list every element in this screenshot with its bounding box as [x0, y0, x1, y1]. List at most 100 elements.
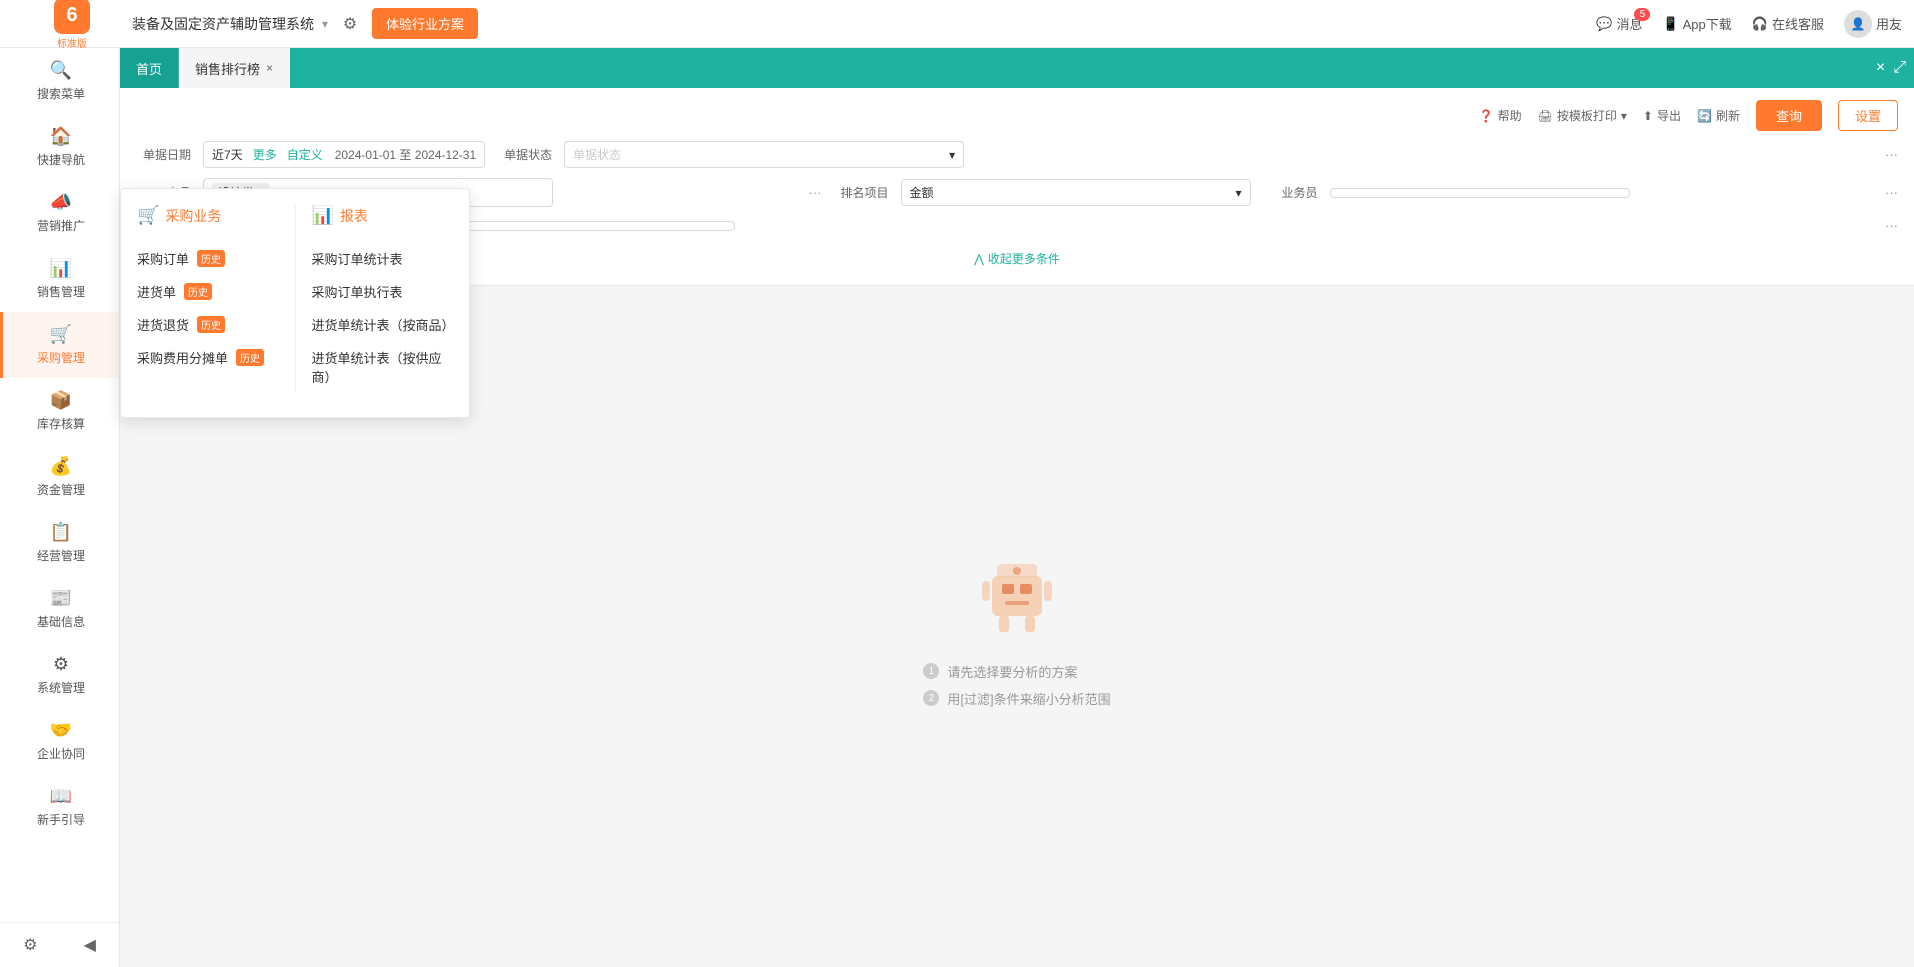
sidebar-item-marketing[interactable]: 📣 营销推广	[0, 180, 119, 246]
purchase-order-label: 采购订单	[137, 249, 189, 268]
sidebar-item-system[interactable]: ⚙ 系统管理	[0, 642, 119, 708]
empty-state: 1 请先选择要分析的方案 2 用[过滤]条件来缩小分析范围	[923, 546, 1110, 708]
industry-button[interactable]: 体验行业方案	[372, 8, 478, 39]
avatar: 👤	[1844, 10, 1872, 38]
tab-home[interactable]: 首页	[120, 48, 179, 88]
status-dropdown-icon: ▾	[949, 148, 955, 162]
online-service-action[interactable]: 🎧 在线客服	[1752, 14, 1824, 33]
empty-line-1: 1 请先选择要分析的方案	[923, 662, 1110, 681]
settings-bottom-icon[interactable]: ⚙	[23, 935, 37, 955]
dropdown-item-order-exec[interactable]: 采购订单执行表	[312, 275, 454, 308]
customer-dots[interactable]: ···	[1885, 218, 1898, 233]
collapse-up-icon: ⋀	[974, 252, 984, 266]
sidebar-item-label: 库存核算	[37, 415, 85, 432]
system-title-area: 装备及固定资产辅助管理系统 ▾ ⚙ 体验行业方案	[132, 8, 1596, 39]
app-logo: 6	[54, 0, 90, 34]
status-control[interactable]: 单据状态 ▾	[564, 141, 964, 168]
sidebar-item-purchase[interactable]: 🛒 采购管理	[0, 312, 119, 378]
dropdown-menu: 🛒 采购业务 采购订单 历史 进货单 历史 进货退货 历史 采购费用分摊单 历史	[120, 188, 470, 418]
date-control[interactable]: 近7天 更多 自定义 2024-01-01 至 2024-12-31	[203, 141, 485, 168]
dropdown-item-inbound[interactable]: 进货单 历史	[137, 275, 279, 308]
content-area: 首页 销售排行榜 × × ⤢ ❓ 帮助 🖨 按模板打印	[120, 48, 1914, 967]
sidebar-item-label: 资金管理	[37, 481, 85, 498]
sidebar-item-search[interactable]: 🔍 搜索菜单	[0, 48, 119, 114]
sidebar-item-label: 企业协同	[37, 745, 85, 762]
user-action[interactable]: 👤 用友	[1844, 10, 1902, 38]
status-dots[interactable]: ···	[1885, 147, 1898, 162]
tab-home-label: 首页	[136, 59, 162, 78]
sidebar-item-enterprise[interactable]: 🤝 企业协同	[0, 708, 119, 774]
sidebar-item-sales[interactable]: 📊 销售管理	[0, 246, 119, 312]
sidebar-item-label: 新手引导	[37, 811, 85, 828]
header-right: 💬 消息 5 📱 App下载 🎧 在线客服 👤 用友	[1596, 10, 1902, 38]
date-range-value: 2024-01-01 至 2024-12-31	[335, 146, 476, 163]
dropdown-item-expense[interactable]: 采购费用分摊单 历史	[137, 341, 279, 374]
top-header: 6 标准版 装备及固定资产辅助管理系统 ▾ ⚙ 体验行业方案 💬 消息 5 📱 …	[0, 0, 1914, 48]
empty-line-2: 2 用[过滤]条件来缩小分析范围	[923, 689, 1110, 708]
print-icon: 🖨	[1538, 109, 1553, 123]
app-download-action[interactable]: 📱 App下载	[1662, 14, 1731, 33]
dropdown-columns: 🛒 采购业务 采购订单 历史 进货单 历史 进货退货 历史 采购费用分摊单 历史	[121, 201, 469, 405]
tab-restore-icon[interactable]: ⤢	[1893, 59, 1906, 77]
set-button[interactable]: 设置	[1838, 100, 1898, 131]
return-label: 进货退货	[137, 315, 189, 334]
date-more[interactable]: 更多	[253, 146, 277, 163]
salesperson-control[interactable]	[1330, 188, 1630, 198]
sidebar-item-quick-nav[interactable]: 🏠 快捷导航	[0, 114, 119, 180]
report-col-icon: 📊	[312, 205, 334, 226]
date-custom[interactable]: 自定义	[287, 146, 323, 163]
order-stat-label: 采购订单统计表	[312, 249, 403, 268]
refresh-action[interactable]: 🔄 刷新	[1697, 107, 1740, 124]
sidebar-item-label: 销售管理	[37, 283, 85, 300]
export-label: 导出	[1657, 107, 1681, 124]
gear-icon[interactable]: ⚙	[336, 10, 364, 38]
sidebar-bottom: ⚙ ◀	[0, 922, 119, 967]
sidebar-item-basic[interactable]: 📰 基础信息	[0, 576, 119, 642]
dot-1: 1	[923, 663, 939, 679]
help-action[interactable]: ❓ 帮助	[1479, 107, 1522, 124]
sidebar-item-operation[interactable]: 📋 经营管理	[0, 510, 119, 576]
dropdown-item-return[interactable]: 进货退货 历史	[137, 308, 279, 341]
tab-bar: 首页 销售排行榜 × × ⤢	[120, 48, 1914, 88]
dropdown-item-inbound-stat-goods[interactable]: 进货单统计表（按商品）	[312, 308, 454, 341]
dropdown-item-inbound-stat-supplier[interactable]: 进货单统计表（按供应商）	[312, 341, 454, 393]
home-icon: 🏠	[50, 126, 72, 147]
query-button[interactable]: 查询	[1756, 100, 1822, 131]
collapse-icon[interactable]: ◀	[84, 935, 96, 955]
dropdown-item-order-stat[interactable]: 采购订单统计表	[312, 242, 454, 275]
inbound-hist: 历史	[184, 283, 212, 300]
headset-icon: 🎧	[1752, 16, 1768, 32]
title-dropdown-icon[interactable]: ▾	[322, 17, 328, 31]
search-icon: 🔍	[50, 60, 72, 81]
inbound-stat-goods-label: 进货单统计表（按商品）	[312, 315, 454, 334]
expense-hist: 历史	[236, 349, 264, 366]
online-service-label: 在线客服	[1772, 14, 1824, 33]
message-action[interactable]: 💬 消息 5	[1596, 14, 1642, 33]
sidebar-item-inventory[interactable]: 📦 库存核算	[0, 378, 119, 444]
goods-dots[interactable]: ···	[809, 185, 822, 200]
cart-icon: 🛒	[50, 324, 72, 345]
dropdown-col1-title: 采购业务	[165, 206, 221, 226]
empty-line-1-text: 请先选择要分析的方案	[947, 662, 1077, 681]
template-print-action[interactable]: 🖨 按模板打印 ▾	[1538, 107, 1627, 124]
close-tab-icon[interactable]: ×	[266, 61, 273, 75]
app-download-label: App下载	[1683, 14, 1732, 33]
system-title: 装备及固定资产辅助管理系统	[132, 14, 314, 34]
tab-close-window-icon[interactable]: ×	[1876, 59, 1885, 77]
dropdown-col2-title: 报表	[340, 206, 368, 226]
sidebar-item-finance[interactable]: 💰 资金管理	[0, 444, 119, 510]
tab-sales-rank[interactable]: 销售排行榜 ×	[179, 48, 290, 88]
empty-robot-illustration	[967, 546, 1067, 646]
rank-value: 金额	[910, 184, 934, 201]
salesperson-dots[interactable]: ···	[1885, 185, 1898, 200]
clipboard-icon: 📋	[50, 522, 72, 543]
sidebar-item-newbie[interactable]: 📖 新手引导	[0, 774, 119, 840]
dropdown-item-purchase-order[interactable]: 采购订单 历史	[137, 242, 279, 275]
dropdown-divider	[295, 205, 296, 393]
expense-label: 采购费用分摊单	[137, 348, 228, 367]
export-action[interactable]: ⬆ 导出	[1643, 107, 1681, 124]
date-label: 单据日期	[136, 146, 191, 163]
dot-2: 2	[923, 690, 939, 706]
rank-control[interactable]: 金额 ▾	[901, 179, 1251, 206]
dropdown-col-report: 📊 报表 采购订单统计表 采购订单执行表 进货单统计表（按商品） 进货单统计表（…	[312, 205, 454, 393]
